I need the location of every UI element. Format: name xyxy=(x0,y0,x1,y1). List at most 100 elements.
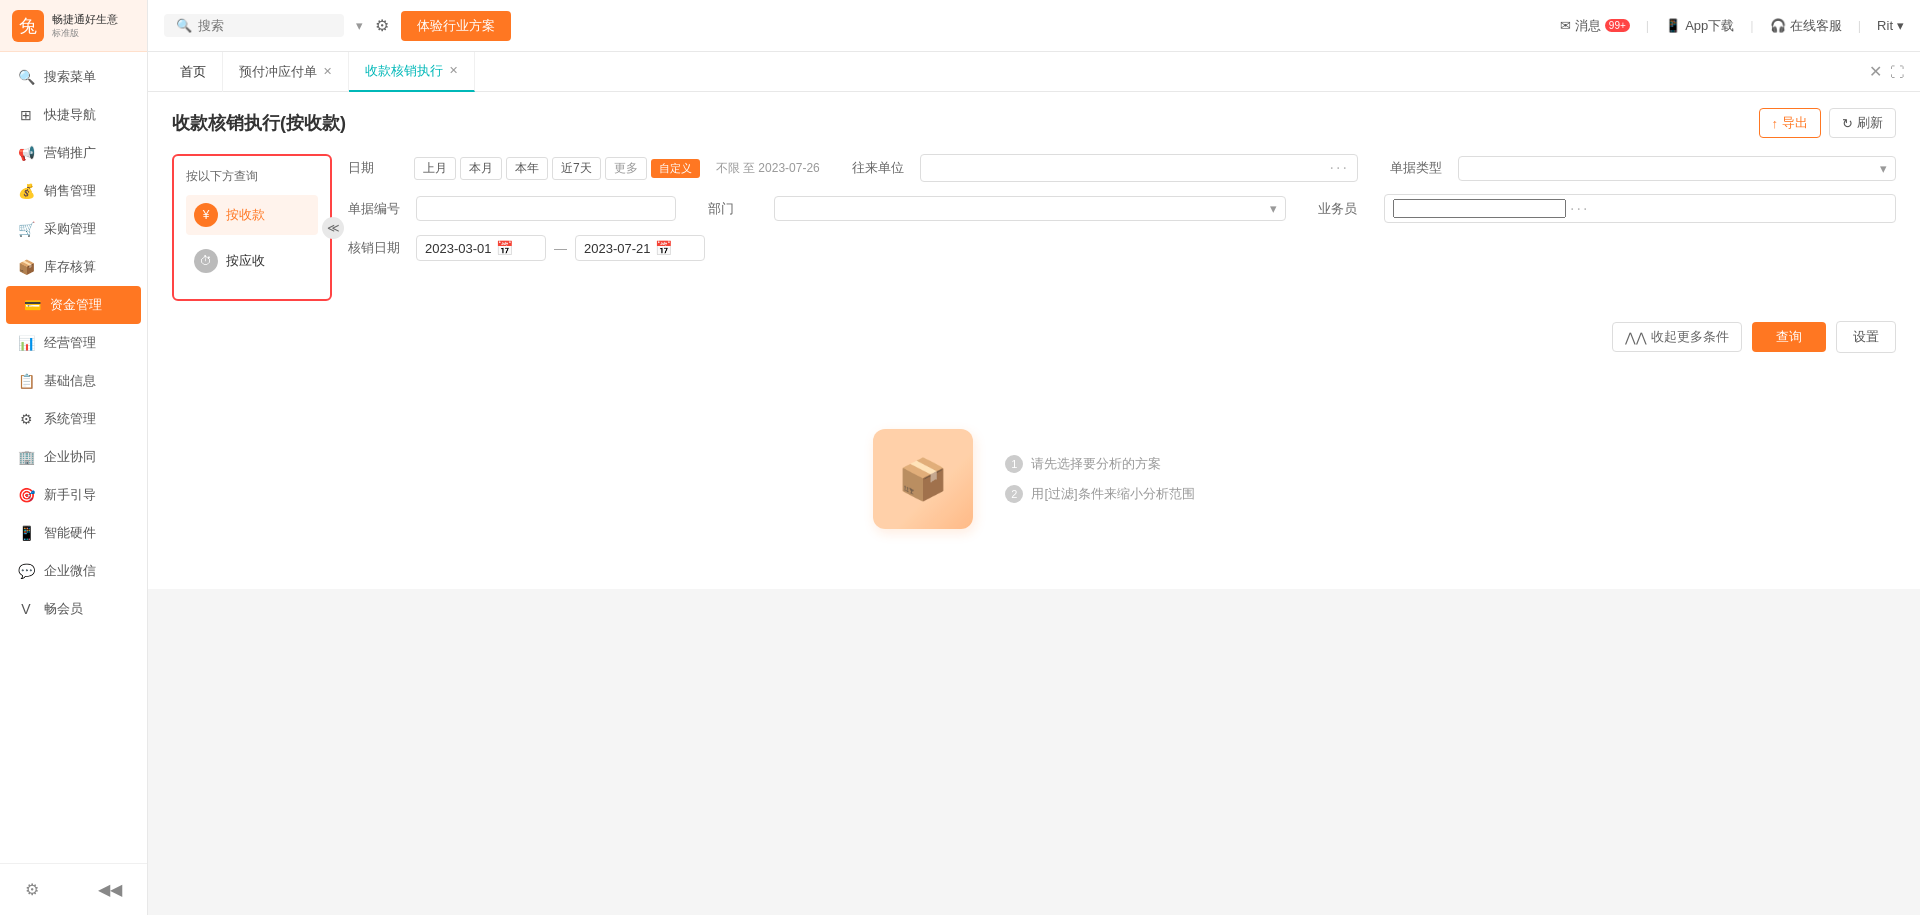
sidebar-item-hardware[interactable]: 📱 智能硬件 xyxy=(0,514,147,552)
settings-button[interactable]: 设置 xyxy=(1836,321,1896,353)
tab-home-label: 首页 xyxy=(180,63,206,81)
filter-option-by-receivable[interactable]: ⏱ 按应收 xyxy=(186,241,318,281)
doc-type-arrow-icon: ▾ xyxy=(1880,161,1887,176)
sales-icon: 💰 xyxy=(16,183,36,199)
writeoff-date-label: 核销日期 xyxy=(348,239,400,257)
page-title: 收款核销执行(按收款) xyxy=(172,111,346,135)
writeoff-date-start-value: 2023-03-01 xyxy=(425,241,492,256)
tab-home[interactable]: 首页 xyxy=(164,52,223,92)
online-service-link[interactable]: 🎧 在线客服 xyxy=(1770,17,1842,35)
collapse-conditions-button[interactable]: ⋀⋀ 收起更多条件 xyxy=(1612,322,1742,352)
sidebar-item-search[interactable]: 🔍 搜索菜单 xyxy=(0,58,147,96)
settings-icon[interactable]: ⚙ xyxy=(19,874,45,905)
purchase-icon: 🛒 xyxy=(16,221,36,237)
sidebar-item-guide[interactable]: 🎯 新手引导 xyxy=(0,476,147,514)
sn-input-field[interactable] xyxy=(425,201,667,216)
writeoff-date-range: 2023-03-01 📅 — 2023-07-21 📅 xyxy=(416,235,705,261)
collapse-sidebar-icon[interactable]: ◀◀ xyxy=(92,874,128,905)
sidebar-item-purchase[interactable]: 🛒 采购管理 xyxy=(0,210,147,248)
sidebar-item-capital[interactable]: 💳 资金管理 xyxy=(6,286,141,324)
user-dropdown-icon: ▾ xyxy=(1897,18,1904,33)
date-more[interactable]: 更多 xyxy=(605,157,647,180)
collapse-panel-button[interactable]: ≪ xyxy=(322,217,344,239)
staff-label: 业务员 xyxy=(1318,200,1368,218)
date-last-7days[interactable]: 近7天 xyxy=(552,157,601,180)
topbar-gear-icon[interactable]: ⚙ xyxy=(375,16,389,35)
sidebar-item-wechat[interactable]: 💬 企业微信 xyxy=(0,552,147,590)
sidebar-nav: 🔍 搜索菜单⊞ 快捷导航📢 营销推广💰 销售管理🛒 采购管理📦 库存核算💳 资金… xyxy=(0,52,147,863)
query-button[interactable]: 查询 xyxy=(1752,322,1826,352)
topbar-actions: ✉ 消息 99+ | 📱 App下载 | 🎧 在线客服 | Rit ▾ xyxy=(1560,17,1904,35)
export-button[interactable]: ↑ 导出 xyxy=(1759,108,1822,138)
sidebar-item-basic[interactable]: 📋 基础信息 xyxy=(0,362,147,400)
page-actions: ↑ 导出 ↻ 刷新 xyxy=(1759,108,1897,138)
sidebar: 兔 畅捷通好生意 标准版 🔍 搜索菜单⊞ 快捷导航📢 营销推广💰 销售管理🛒 采… xyxy=(0,0,148,915)
partner-label: 往来单位 xyxy=(852,159,904,177)
filter-option-by-receipt[interactable]: ¥ 按收款 xyxy=(186,195,318,235)
date-custom-badge[interactable]: 自定义 xyxy=(651,159,700,178)
content-area: 收款核销执行(按收款) ↑ 导出 ↻ 刷新 按以下方查询 ¥ 按收款 xyxy=(148,92,1920,915)
app-download-link[interactable]: 📱 App下载 xyxy=(1665,17,1734,35)
sidebar-item-sales[interactable]: 💰 销售管理 xyxy=(0,172,147,210)
user-menu[interactable]: Rit ▾ xyxy=(1877,18,1904,33)
topbar-dropdown-icon[interactable]: ▾ xyxy=(356,18,363,33)
sidebar-item-operations[interactable]: 📊 经营管理 xyxy=(0,324,147,362)
refresh-button[interactable]: ↻ 刷新 xyxy=(1829,108,1896,138)
date-this-month[interactable]: 本月 xyxy=(460,157,502,180)
sidebar-item-marketing[interactable]: 📢 营销推广 xyxy=(0,134,147,172)
staff-input[interactable]: ··· xyxy=(1384,194,1896,223)
sidebar-logo: 兔 畅捷通好生意 标准版 xyxy=(0,0,147,52)
partner-input[interactable]: ··· xyxy=(920,154,1358,182)
sidebar-item-label-wechat: 企业微信 xyxy=(44,562,96,580)
sidebar-item-system[interactable]: ⚙ 系统管理 xyxy=(0,400,147,438)
tab-receipt-writeoff[interactable]: 收款核销执行 ✕ xyxy=(349,52,475,92)
filter-right-form: 日期 上月 本月 本年 近7天 更多 自定义 不限 至 2023-07-26 往… xyxy=(348,154,1896,301)
staff-input-field[interactable] xyxy=(1393,199,1566,218)
date-this-year[interactable]: 本年 xyxy=(506,157,548,180)
sidebar-item-enterprise[interactable]: 🏢 企业协同 xyxy=(0,438,147,476)
sidebar-item-inventory[interactable]: 📦 库存核算 xyxy=(0,248,147,286)
tab-receipt-writeoff-label: 收款核销执行 xyxy=(365,62,443,80)
search-input[interactable] xyxy=(198,18,318,33)
enterprise-icon: 🏢 xyxy=(16,449,36,465)
hardware-icon: 📱 xyxy=(16,525,36,541)
close-tab-icon[interactable]: ✕ xyxy=(1869,62,1882,81)
doc-type-label: 单据类型 xyxy=(1390,159,1442,177)
online-service-label: 在线客服 xyxy=(1790,17,1842,35)
dept-select[interactable]: ▾ xyxy=(774,196,1286,221)
filter-row-3: 核销日期 2023-03-01 📅 — 2023-07-21 📅 xyxy=(348,235,1896,261)
staff-picker-icon[interactable]: ··· xyxy=(1570,200,1589,218)
partner-picker-icon[interactable]: ··· xyxy=(1330,159,1349,177)
sidebar-item-shortcuts[interactable]: ⊞ 快捷导航 xyxy=(0,96,147,134)
expand-icon[interactable]: ⛶ xyxy=(1890,64,1904,80)
date-last-month[interactable]: 上月 xyxy=(414,157,456,180)
sidebar-item-label-capital: 资金管理 xyxy=(50,296,102,314)
solution-button[interactable]: 体验行业方案 xyxy=(401,11,511,41)
topbar-search-box[interactable]: 🔍 xyxy=(164,14,344,37)
empty-hint-1: 1 请先选择要分析的方案 xyxy=(1005,455,1194,473)
page-header: 收款核销执行(按收款) ↑ 导出 ↻ 刷新 xyxy=(148,92,1920,138)
tab-receipt-writeoff-close[interactable]: ✕ xyxy=(449,64,458,77)
empty-illustration: 📦 xyxy=(873,429,973,529)
system-icon: ⚙ xyxy=(16,411,36,427)
filter-option-receipt-label: 按收款 xyxy=(226,206,265,224)
sn-input[interactable] xyxy=(416,196,676,221)
tab-prepay[interactable]: 预付冲应付单 ✕ xyxy=(223,52,349,92)
filter-option-receivable-label: 按应收 xyxy=(226,252,265,270)
tab-prepay-close[interactable]: ✕ xyxy=(323,65,332,78)
sidebar-item-label-marketing: 营销推广 xyxy=(44,144,96,162)
marketing-icon: 📢 xyxy=(16,145,36,161)
doc-type-select[interactable]: ▾ xyxy=(1458,156,1896,181)
topbar-message[interactable]: ✉ 消息 99+ xyxy=(1560,17,1630,35)
partner-input-field[interactable] xyxy=(929,161,1326,176)
sidebar-item-label-purchase: 采购管理 xyxy=(44,220,96,238)
writeoff-date-start[interactable]: 2023-03-01 📅 xyxy=(416,235,546,261)
sidebar-item-member[interactable]: V 畅会员 xyxy=(0,590,147,628)
message-label: 消息 xyxy=(1575,17,1601,35)
sidebar-item-label-shortcuts: 快捷导航 xyxy=(44,106,96,124)
writeoff-date-end[interactable]: 2023-07-21 📅 xyxy=(575,235,705,261)
export-icon: ↑ xyxy=(1772,116,1779,131)
filter-action-row: ⋀⋀ 收起更多条件 查询 设置 xyxy=(148,317,1920,369)
app-edition: 标准版 xyxy=(52,27,118,40)
date-quick-buttons: 上月 本月 本年 近7天 更多 自定义 xyxy=(414,157,700,180)
